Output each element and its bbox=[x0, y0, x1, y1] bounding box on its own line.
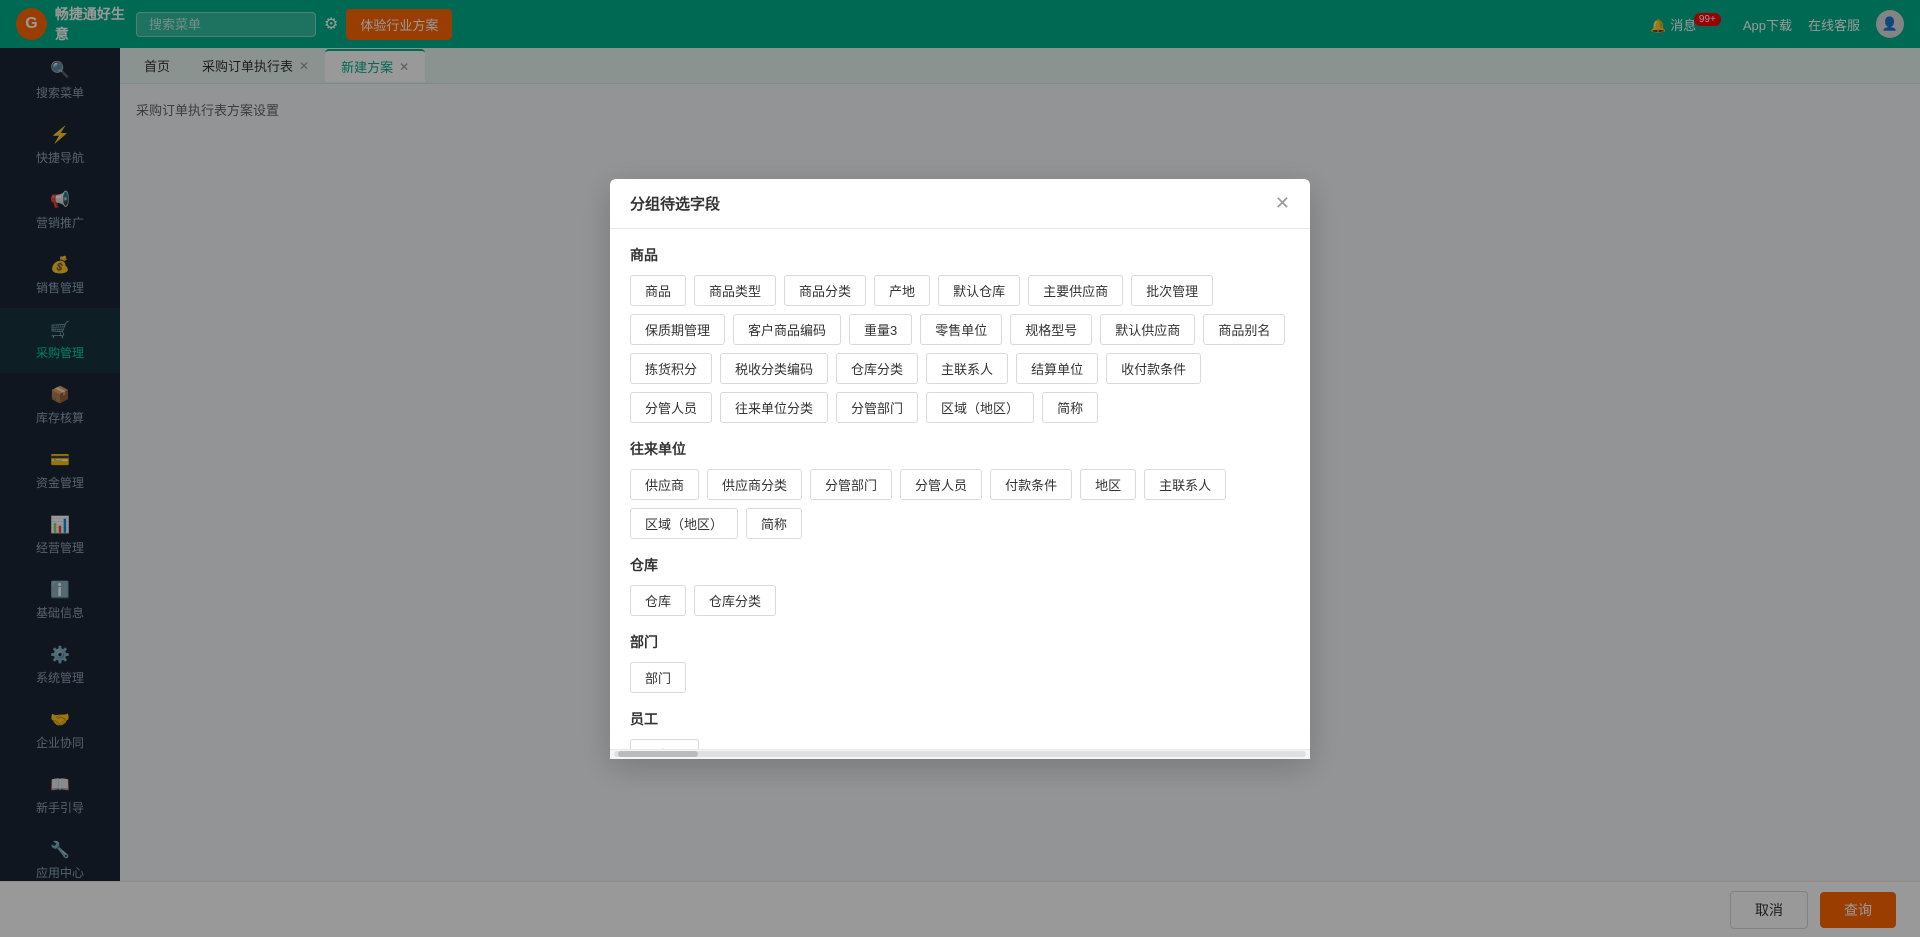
modal-title: 分组待选字段 bbox=[630, 193, 720, 214]
section-goods-title: 商品 bbox=[630, 245, 1290, 265]
field-tag-warehouse-category[interactable]: 仓库分类 bbox=[836, 353, 918, 384]
field-tag-supplier-category[interactable]: 供应商分类 bbox=[707, 469, 802, 500]
field-tag-goods-alias[interactable]: 商品别名 bbox=[1203, 314, 1285, 345]
field-tag-region2[interactable]: 区域（地区） bbox=[630, 508, 738, 539]
field-tag-dept[interactable]: 分管部门 bbox=[836, 392, 918, 423]
field-tag-pick-points[interactable]: 拣货积分 bbox=[630, 353, 712, 384]
section-department: 部门 部门 bbox=[630, 632, 1290, 693]
section-warehouse-title: 仓库 bbox=[630, 555, 1290, 575]
modal-body[interactable]: 商品 商品 商品类型 商品分类 产地 默认仓库 主要供应商 批次管理 保质期管理… bbox=[610, 229, 1310, 750]
field-tag-goods-category[interactable]: 商品分类 bbox=[784, 275, 866, 306]
field-tag-main-contact[interactable]: 主联系人 bbox=[926, 353, 1008, 384]
field-tag-counterpart-category[interactable]: 往来单位分类 bbox=[720, 392, 828, 423]
field-tag-weight[interactable]: 重量3 bbox=[849, 314, 912, 345]
field-tag-goods-type[interactable]: 商品类型 bbox=[694, 275, 776, 306]
department-field-tags: 部门 bbox=[630, 662, 1290, 693]
field-tag-salesperson[interactable]: 业务员 bbox=[630, 739, 699, 750]
counterpart-field-tags: 供应商 供应商分类 分管部门 分管人员 付款条件 地区 主联系人 区域（地区） … bbox=[630, 469, 1290, 539]
section-goods: 商品 商品 商品类型 商品分类 产地 默认仓库 主要供应商 批次管理 保质期管理… bbox=[630, 245, 1290, 423]
field-tag-supervisor[interactable]: 分管人员 bbox=[630, 392, 712, 423]
field-tag-settlement-unit[interactable]: 结算单位 bbox=[1016, 353, 1098, 384]
scroll-thumb bbox=[618, 751, 698, 757]
employee-field-tags: 业务员 bbox=[630, 739, 1290, 750]
section-employee: 员工 业务员 bbox=[630, 709, 1290, 750]
field-tag-shelf-life[interactable]: 保质期管理 bbox=[630, 314, 725, 345]
field-tag-region[interactable]: 区域（地区） bbox=[926, 392, 1034, 423]
warehouse-field-tags: 仓库 仓库分类 bbox=[630, 585, 1290, 616]
field-tag-supplier[interactable]: 供应商 bbox=[630, 469, 699, 500]
field-tag-abbreviation2[interactable]: 简称 bbox=[746, 508, 802, 539]
field-tag-default-supplier[interactable]: 默认供应商 bbox=[1100, 314, 1195, 345]
field-tag-goods[interactable]: 商品 bbox=[630, 275, 686, 306]
field-tag-origin[interactable]: 产地 bbox=[874, 275, 930, 306]
field-tag-manage-person[interactable]: 分管人员 bbox=[900, 469, 982, 500]
modal-close-button[interactable]: ✕ bbox=[1275, 194, 1290, 212]
section-warehouse: 仓库 仓库 仓库分类 bbox=[630, 555, 1290, 616]
field-tag-customer-code[interactable]: 客户商品编码 bbox=[733, 314, 841, 345]
field-tag-main-supplier[interactable]: 主要供应商 bbox=[1028, 275, 1123, 306]
section-counterpart: 往来单位 供应商 供应商分类 分管部门 分管人员 付款条件 地区 主联系人 区域… bbox=[630, 439, 1290, 539]
scroll-track bbox=[614, 751, 1306, 757]
field-tag-pay-terms[interactable]: 付款条件 bbox=[990, 469, 1072, 500]
field-tag-warehouse-cat[interactable]: 仓库分类 bbox=[694, 585, 776, 616]
field-tag-retail-unit[interactable]: 零售单位 bbox=[920, 314, 1002, 345]
field-tag-department[interactable]: 部门 bbox=[630, 662, 686, 693]
field-tag-batch-mgmt[interactable]: 批次管理 bbox=[1131, 275, 1213, 306]
field-tag-payment-terms[interactable]: 收付款条件 bbox=[1106, 353, 1201, 384]
field-tag-warehouse[interactable]: 仓库 bbox=[630, 585, 686, 616]
goods-field-tags: 商品 商品类型 商品分类 产地 默认仓库 主要供应商 批次管理 保质期管理 客户… bbox=[630, 275, 1290, 423]
modal-header: 分组待选字段 ✕ bbox=[610, 179, 1310, 229]
field-tag-abbreviation[interactable]: 简称 bbox=[1042, 392, 1098, 423]
section-counterpart-title: 往来单位 bbox=[630, 439, 1290, 459]
section-department-title: 部门 bbox=[630, 632, 1290, 652]
field-tag-tax-code[interactable]: 税收分类编码 bbox=[720, 353, 828, 384]
field-tag-area[interactable]: 地区 bbox=[1080, 469, 1136, 500]
modal-horizontal-scrollbar[interactable] bbox=[610, 749, 1310, 758]
modal-overlay: 分组待选字段 ✕ 商品 商品 商品类型 商品分类 产地 默认仓库 主要供应商 批… bbox=[0, 0, 1920, 937]
field-tag-spec-model[interactable]: 规格型号 bbox=[1010, 314, 1092, 345]
field-tag-main-contact2[interactable]: 主联系人 bbox=[1144, 469, 1226, 500]
section-employee-title: 员工 bbox=[630, 709, 1290, 729]
field-selection-modal: 分组待选字段 ✕ 商品 商品 商品类型 商品分类 产地 默认仓库 主要供应商 批… bbox=[610, 179, 1310, 759]
field-tag-default-warehouse[interactable]: 默认仓库 bbox=[938, 275, 1020, 306]
field-tag-manage-dept[interactable]: 分管部门 bbox=[810, 469, 892, 500]
